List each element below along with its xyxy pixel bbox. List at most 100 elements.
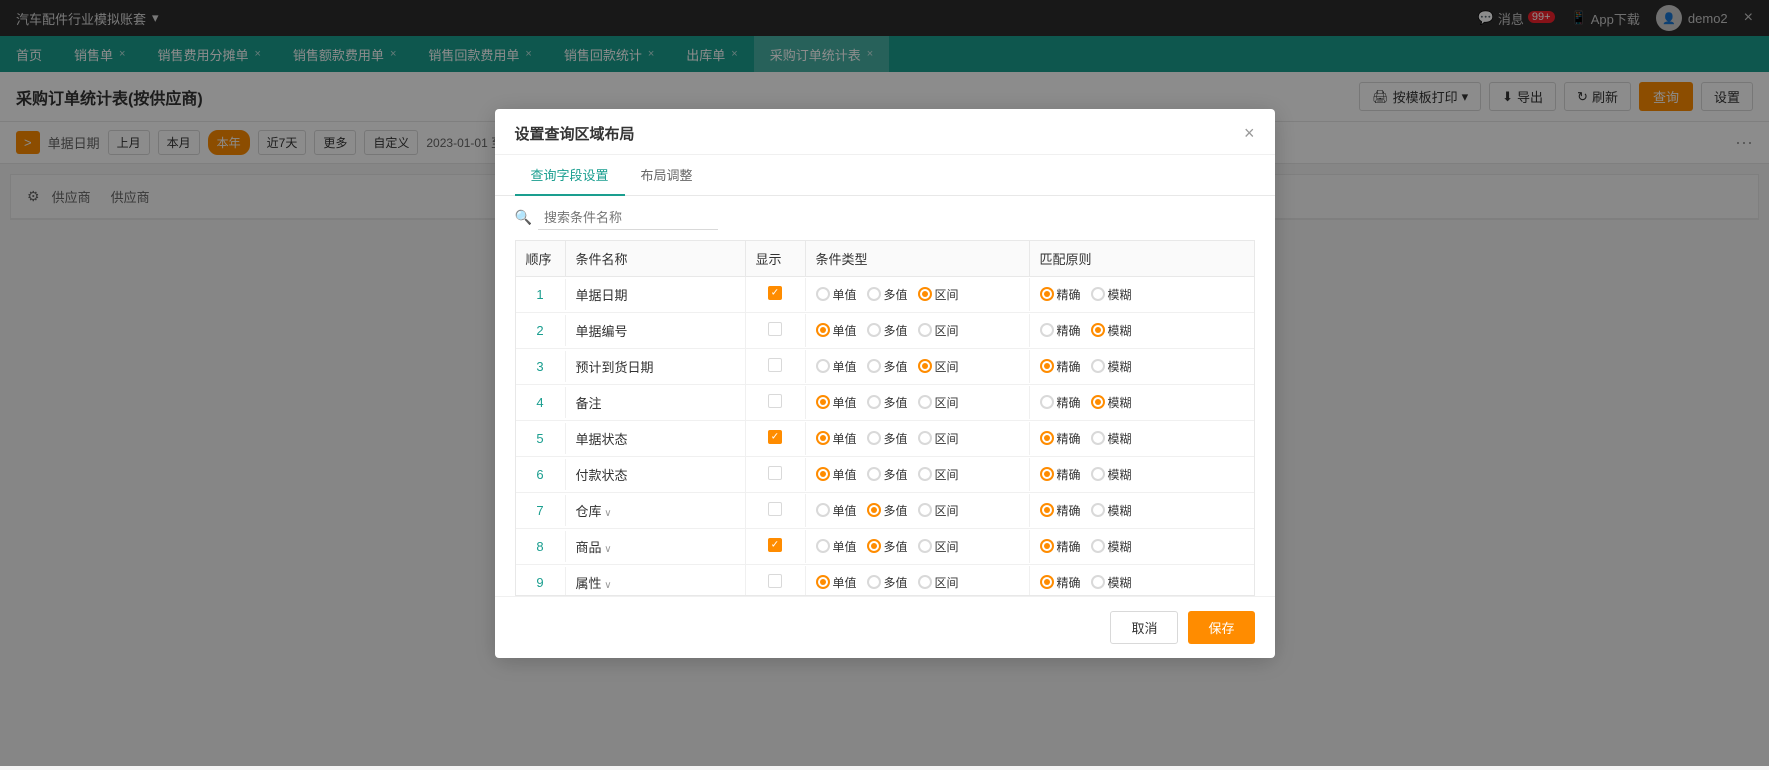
checkbox-show-5[interactable] <box>768 466 782 480</box>
match-option-模糊-2[interactable]: 模糊 <box>1091 358 1132 375</box>
type-option-多值-8[interactable]: 多值 <box>867 574 908 591</box>
type-option-多值-3[interactable]: 多值 <box>867 394 908 411</box>
match-radio-group-5: 精确模糊 <box>1040 466 1244 483</box>
checkbox-show-2[interactable] <box>768 358 782 372</box>
type-option-多值-0[interactable]: 多值 <box>867 286 908 303</box>
cell-order-5: 6 <box>516 459 566 490</box>
cell-show-1[interactable] <box>746 314 806 347</box>
match-option-精确-0[interactable]: 精确 <box>1040 286 1081 303</box>
cancel-button[interactable]: 取消 <box>1110 611 1178 644</box>
row-number-1: 2 <box>536 323 543 338</box>
type-radio-label-多值-0: 多值 <box>884 286 908 303</box>
type-option-单值-7[interactable]: 单值 <box>816 538 857 555</box>
type-option-单值-1[interactable]: 单值 <box>816 322 857 339</box>
condition-search-input[interactable] <box>538 206 718 230</box>
match-option-模糊-1[interactable]: 模糊 <box>1091 322 1132 339</box>
match-option-精确-4[interactable]: 精确 <box>1040 430 1081 447</box>
match-option-精确-1[interactable]: 精确 <box>1040 322 1081 339</box>
checkbox-show-1[interactable] <box>768 322 782 336</box>
cell-show-7[interactable] <box>746 530 806 563</box>
type-option-区间-1[interactable]: 区间 <box>918 322 959 339</box>
dropdown-arrow-icon-8[interactable]: ∨ <box>602 580 612 591</box>
type-option-区间-0[interactable]: 区间 <box>918 286 959 303</box>
type-radio-label-区间-1: 区间 <box>935 322 959 339</box>
type-option-区间-8[interactable]: 区间 <box>918 574 959 591</box>
checkbox-show-7[interactable] <box>768 538 782 552</box>
row-number-4: 5 <box>536 431 543 446</box>
match-option-模糊-4[interactable]: 模糊 <box>1091 430 1132 447</box>
match-option-模糊-5[interactable]: 模糊 <box>1091 466 1132 483</box>
type-option-多值-2[interactable]: 多值 <box>867 358 908 375</box>
type-option-多值-1[interactable]: 多值 <box>867 322 908 339</box>
cell-show-3[interactable] <box>746 386 806 419</box>
match-option-精确-6[interactable]: 精确 <box>1040 502 1081 519</box>
match-radio-label-精确-2: 精确 <box>1057 358 1081 375</box>
match-option-模糊-6[interactable]: 模糊 <box>1091 502 1132 519</box>
cell-show-2[interactable] <box>746 350 806 383</box>
type-option-单值-6[interactable]: 单值 <box>816 502 857 519</box>
type-radio-dot-多值-4 <box>867 431 881 445</box>
type-option-区间-3[interactable]: 区间 <box>918 394 959 411</box>
type-option-单值-3[interactable]: 单值 <box>816 394 857 411</box>
cell-name-7: 商品 ∨ <box>566 529 746 564</box>
type-option-单值-4[interactable]: 单值 <box>816 430 857 447</box>
match-radio-dot-模糊-2 <box>1091 359 1105 373</box>
cell-show-4[interactable] <box>746 422 806 455</box>
checkbox-show-8[interactable] <box>768 574 782 588</box>
type-radio-dot-多值-8 <box>867 575 881 589</box>
save-button[interactable]: 保存 <box>1188 611 1254 644</box>
match-option-精确-8[interactable]: 精确 <box>1040 574 1081 591</box>
type-option-单值-8[interactable]: 单值 <box>816 574 857 591</box>
cell-show-8[interactable] <box>746 566 806 596</box>
type-option-区间-7[interactable]: 区间 <box>918 538 959 555</box>
type-radio-dot-多值-5 <box>867 467 881 481</box>
match-option-精确-5[interactable]: 精确 <box>1040 466 1081 483</box>
tab-layout-label: 布局调整 <box>641 168 693 183</box>
dropdown-arrow-icon-7[interactable]: ∨ <box>602 544 612 555</box>
tab-layout[interactable]: 布局调整 <box>625 155 709 196</box>
tab-query-fields[interactable]: 查询字段设置 <box>515 155 625 196</box>
match-radio-group-0: 精确 模糊 <box>1040 286 1244 303</box>
match-option-精确-7[interactable]: 精确 <box>1040 538 1081 555</box>
cell-show-0[interactable] <box>746 278 806 311</box>
type-option-单值-5[interactable]: 单值 <box>816 466 857 483</box>
cell-match-8: 精确模糊 <box>1030 566 1254 596</box>
checkbox-show-0[interactable] <box>768 286 782 300</box>
table-row: 1单据日期单值多值区间精确模糊 <box>516 277 1254 313</box>
cell-show-5[interactable] <box>746 458 806 491</box>
th-order: 顺序 <box>516 241 566 276</box>
type-option-区间-4[interactable]: 区间 <box>918 430 959 447</box>
type-radio-group-1: 单值多值 区间 <box>816 322 1019 339</box>
checkbox-show-6[interactable] <box>768 502 782 516</box>
match-radio-label-模糊-0: 模糊 <box>1108 286 1132 303</box>
dialog-close-button[interactable]: × <box>1244 124 1255 142</box>
match-option-精确-3[interactable]: 精确 <box>1040 394 1081 411</box>
cell-match-2: 精确模糊 <box>1030 350 1254 383</box>
type-radio-dot-多值-7 <box>867 539 881 553</box>
th-name: 条件名称 <box>566 241 746 276</box>
type-option-多值-4[interactable]: 多值 <box>867 430 908 447</box>
match-option-精确-2[interactable]: 精确 <box>1040 358 1081 375</box>
row-number-0: 1 <box>536 287 543 302</box>
type-option-单值-2[interactable]: 单值 <box>816 358 857 375</box>
type-option-多值-5[interactable]: 多值 <box>867 466 908 483</box>
match-option-模糊-8[interactable]: 模糊 <box>1091 574 1132 591</box>
match-option-模糊-3[interactable]: 模糊 <box>1091 394 1132 411</box>
match-radio-label-精确-7: 精确 <box>1057 538 1081 555</box>
dropdown-arrow-icon-6[interactable]: ∨ <box>602 508 612 519</box>
match-option-模糊-0[interactable]: 模糊 <box>1091 286 1132 303</box>
type-radio-dot-区间-8 <box>918 575 932 589</box>
match-option-模糊-7[interactable]: 模糊 <box>1091 538 1132 555</box>
type-radio-dot-区间-3 <box>918 395 932 409</box>
match-radio-group-7: 精确模糊 <box>1040 538 1244 555</box>
type-option-区间-5[interactable]: 区间 <box>918 466 959 483</box>
type-option-区间-2[interactable]: 区间 <box>918 358 959 375</box>
type-radio-dot-单值-6 <box>816 503 830 517</box>
cell-show-6[interactable] <box>746 494 806 527</box>
type-option-单值-0[interactable]: 单值 <box>816 286 857 303</box>
type-option-多值-6[interactable]: 多值 <box>867 502 908 519</box>
type-option-多值-7[interactable]: 多值 <box>867 538 908 555</box>
checkbox-show-3[interactable] <box>768 394 782 408</box>
type-option-区间-6[interactable]: 区间 <box>918 502 959 519</box>
checkbox-show-4[interactable] <box>768 430 782 444</box>
